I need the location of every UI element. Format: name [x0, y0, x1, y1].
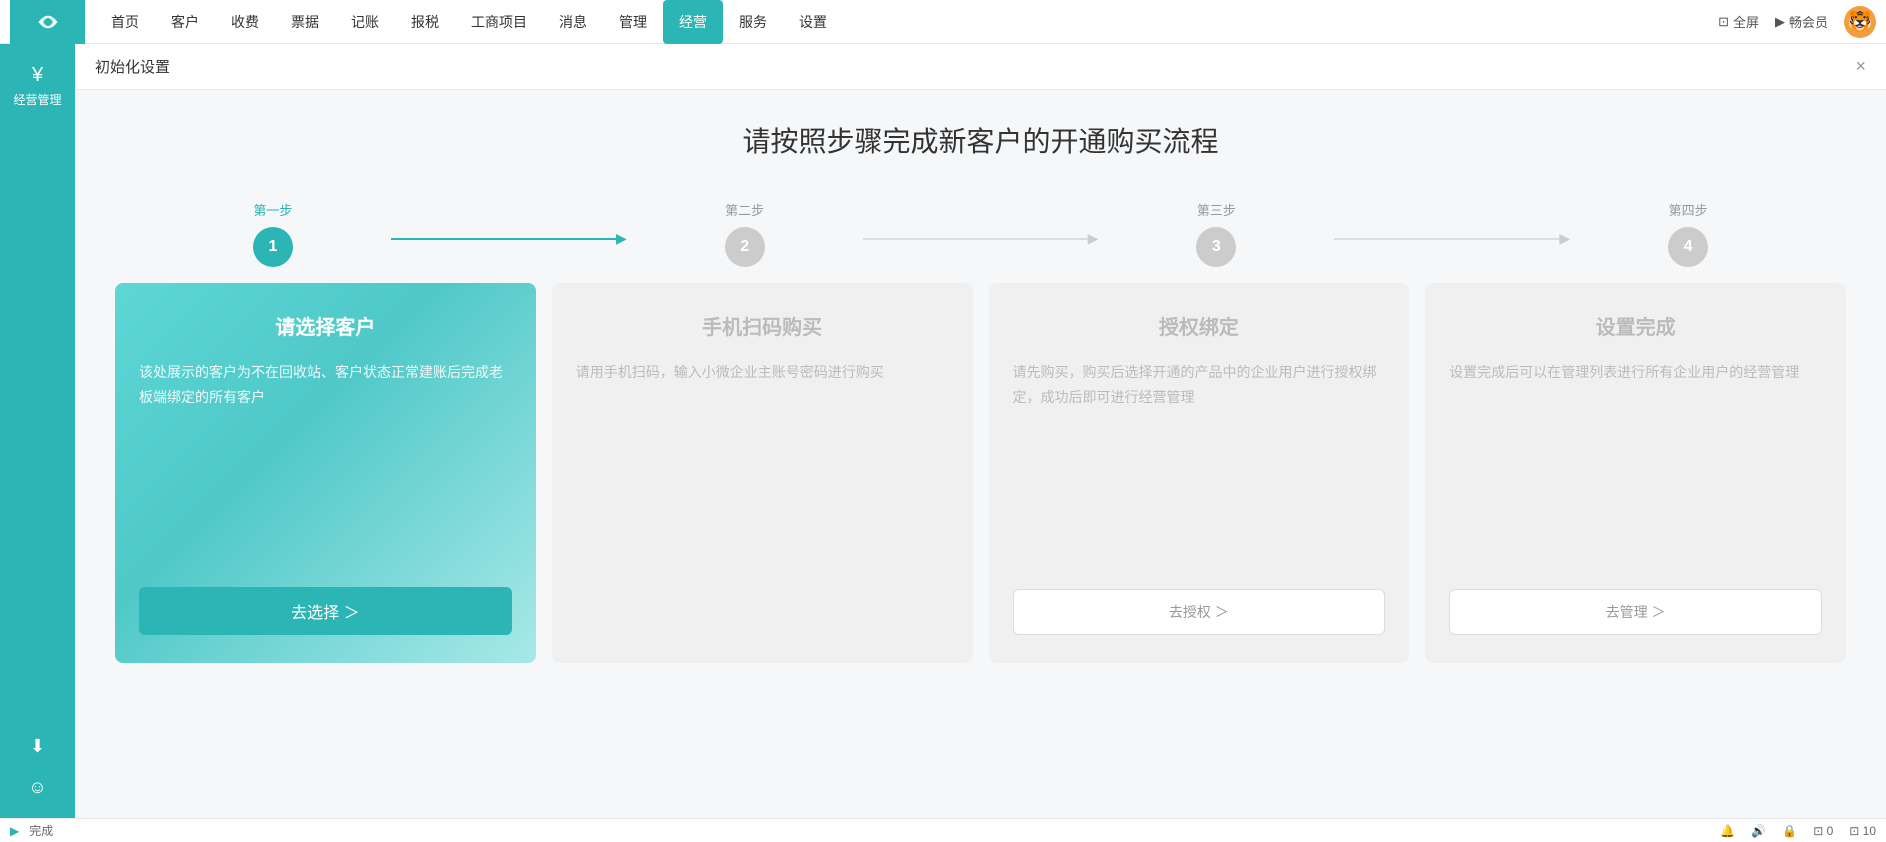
step-4: 第四步 4 [1570, 200, 1806, 267]
status-count-10: ⊡ 10 [1849, 824, 1876, 838]
sidebar-bottom: ⬇ ☺ [28, 726, 46, 818]
authorize-button[interactable]: 去授权 ＞ [1013, 589, 1386, 635]
page-header: 初始化设置 × [75, 44, 1886, 90]
nav-operation[interactable]: 经营 [663, 0, 723, 44]
connector-2: ▶ [863, 200, 1099, 247]
main-title: 请按照步骤完成新客户的开通购买流程 [115, 120, 1846, 160]
content-area: 请按照步骤完成新客户的开通购买流程 第一步 1 ▶ 第二步 2 ▶ [75, 90, 1886, 693]
status-bar: ▶ 完成 🔔 🔊 🔒 ⊡ 0 ⊡ 10 [0, 818, 1886, 842]
card-4-btn-container: 去管理 ＞ [1449, 569, 1822, 635]
sidebar: ¥ 经营管理 ⬇ ☺ [0, 44, 75, 818]
logo [10, 0, 85, 44]
card-1-btn-container: 去选择 ＞ [139, 567, 512, 635]
step-3-label: 第三步 [1197, 200, 1236, 219]
page-title: 初始化设置 [95, 56, 170, 77]
nav-tax[interactable]: 报税 [395, 0, 455, 44]
steps-container: 第一步 1 ▶ 第二步 2 ▶ 第三步 3 [115, 200, 1846, 267]
card-4: 设置完成 设置完成后可以在管理列表进行所有企业用户的经营管理 去管理 ＞ [1425, 283, 1846, 663]
fullscreen-icon: ⊡ [1718, 14, 1729, 30]
download-icon: ⬇ [30, 736, 45, 757]
sidebar-item-label: 经营管理 [13, 91, 61, 108]
nav-home[interactable]: 首页 [95, 0, 155, 44]
status-bar-right: 🔔 🔊 🔒 ⊡ 0 ⊡ 10 [1720, 824, 1876, 838]
member-icon: ▶ [1775, 14, 1785, 30]
step-2-circle: 2 [725, 227, 765, 267]
nav-invoice[interactable]: 票据 [275, 0, 335, 44]
connector-1: ▶ [391, 200, 627, 247]
close-button[interactable]: × [1855, 56, 1866, 77]
sidebar-support[interactable]: ☺ [28, 767, 46, 808]
volume-icon: 🔊 [1751, 824, 1766, 838]
connector-3: ▶ [1334, 200, 1570, 247]
card-2-title: 手机扫码购买 [576, 311, 949, 340]
member-btn[interactable]: ▶ 畅会员 [1775, 12, 1828, 31]
nav-right: ⊡ 全屏 ▶ 畅会员 🐯 [1718, 6, 1876, 38]
card-1: 请选择客户 该处展示的客户为不在回收站、客户状态正常建账后完成老板端绑定的所有客… [115, 283, 536, 663]
card-2-desc: 请用手机扫码，输入小微企业主账号密码进行购买 [576, 360, 949, 615]
status-count-0: ⊡ 0 [1813, 824, 1833, 838]
top-nav: 首页 客户 收费 票据 记账 报税 工商项目 消息 管理 经营 服务 设置 ⊡ … [0, 0, 1886, 44]
sidebar-item-operation[interactable]: ¥ 经营管理 [0, 54, 75, 118]
step-1-label: 第一步 [253, 200, 292, 219]
card-3: 授权绑定 请先购买，购买后选择开通的产品中的企业用户进行授权绑定，成功后即可进行… [989, 283, 1410, 663]
nav-service[interactable]: 服务 [723, 0, 783, 44]
card-4-desc: 设置完成后可以在管理列表进行所有企业用户的经营管理 [1449, 360, 1822, 569]
step-1: 第一步 1 [155, 200, 391, 267]
bell-icon: 🔔 [1720, 824, 1735, 838]
sidebar-download[interactable]: ⬇ [28, 726, 46, 767]
card-1-desc: 该处展示的客户为不在回收站、客户状态正常建账后完成老板端绑定的所有客户 [139, 360, 512, 567]
lock-icon: 🔒 [1782, 824, 1797, 838]
step-2: 第二步 2 [627, 200, 863, 267]
nav-business[interactable]: 工商项目 [455, 0, 543, 44]
nav-bookkeeping[interactable]: 记账 [335, 0, 395, 44]
select-customer-button[interactable]: 去选择 ＞ [139, 587, 512, 635]
cards-container: 请选择客户 该处展示的客户为不在回收站、客户状态正常建账后完成老板端绑定的所有客… [115, 283, 1846, 663]
status-text: 完成 [29, 822, 53, 839]
main-content: 初始化设置 × 请按照步骤完成新客户的开通购买流程 第一步 1 ▶ 第二步 2 [75, 44, 1886, 818]
card-4-title: 设置完成 [1449, 311, 1822, 340]
operation-icon: ¥ [32, 64, 43, 87]
support-icon: ☺ [28, 777, 46, 798]
nav-fee[interactable]: 收费 [215, 0, 275, 44]
manage-button[interactable]: 去管理 ＞ [1449, 589, 1822, 635]
nav-items: 首页 客户 收费 票据 记账 报税 工商项目 消息 管理 经营 服务 设置 [95, 0, 1718, 44]
card-3-desc: 请先购买，购买后选择开通的产品中的企业用户进行授权绑定，成功后即可进行经营管理 [1013, 360, 1386, 569]
step-3-circle: 3 [1196, 227, 1236, 267]
card-2: 手机扫码购买 请用手机扫码，输入小微企业主账号密码进行购买 [552, 283, 973, 663]
card-2-btn-container [576, 615, 949, 635]
card-3-btn-container: 去授权 ＞ [1013, 569, 1386, 635]
play-button[interactable]: ▶ [10, 824, 19, 838]
nav-manage[interactable]: 管理 [603, 0, 663, 44]
avatar[interactable]: 🐯 [1844, 6, 1876, 38]
fullscreen-btn[interactable]: ⊡ 全屏 [1718, 12, 1759, 31]
step-3: 第三步 3 [1098, 200, 1334, 267]
nav-message[interactable]: 消息 [543, 0, 603, 44]
step-4-circle: 4 [1668, 227, 1708, 267]
card-1-title: 请选择客户 [139, 311, 512, 340]
step-2-label: 第二步 [725, 200, 764, 219]
nav-settings[interactable]: 设置 [783, 0, 843, 44]
card-3-title: 授权绑定 [1013, 311, 1386, 340]
step-1-circle: 1 [253, 227, 293, 267]
nav-customer[interactable]: 客户 [155, 0, 215, 44]
step-4-label: 第四步 [1669, 200, 1708, 219]
